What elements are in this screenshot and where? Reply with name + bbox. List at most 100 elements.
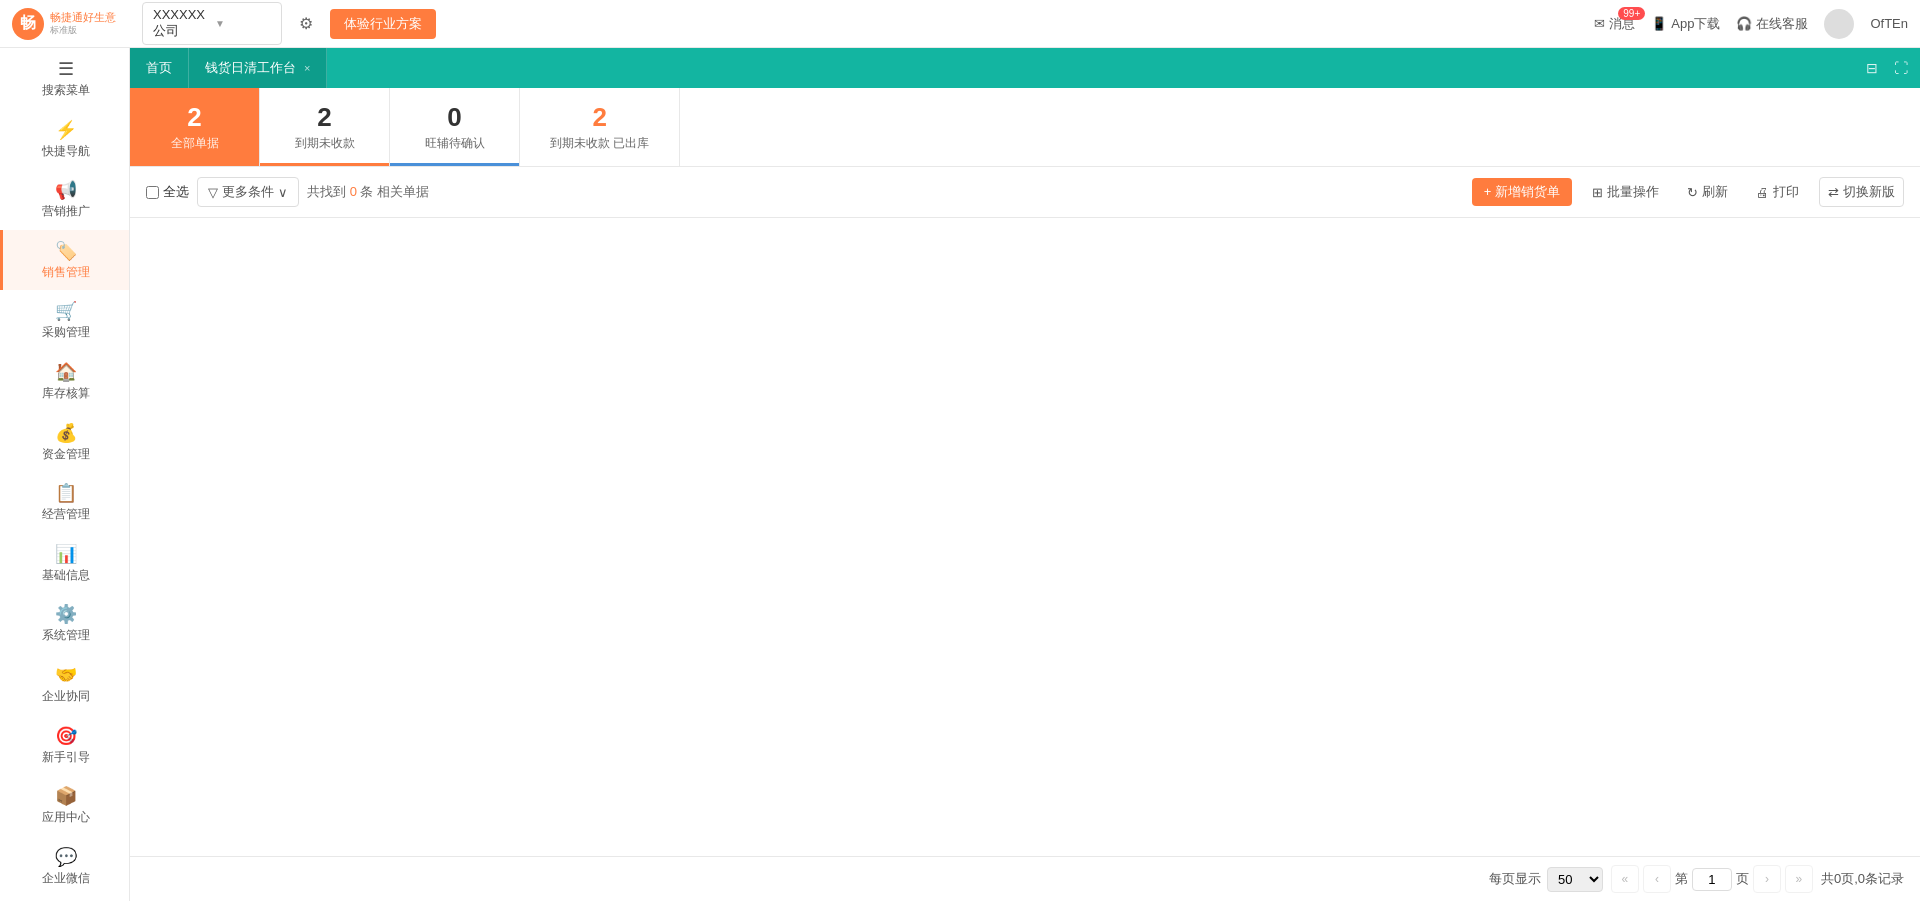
username-label: OfTEn — [1870, 16, 1908, 31]
tab-expand-button[interactable]: ⛶ — [1890, 56, 1912, 80]
sidebar-item-app-center[interactable]: 📦 应用中心 — [0, 775, 129, 836]
enterprise-icon: 🤝 — [55, 664, 77, 686]
stat-label-all: 全部单据 — [171, 135, 219, 152]
online-service-button[interactable]: 🎧 在线客服 — [1736, 15, 1808, 33]
stat-label-overdue: 到期未收款 — [295, 135, 355, 152]
sidebar-label-system: 系统管理 — [42, 628, 90, 644]
tab-bar-actions: ⊟ ⛶ — [1862, 56, 1920, 80]
switch-icon: ⇄ — [1828, 185, 1839, 200]
sidebar-item-operations[interactable]: 📋 经营管理 — [0, 472, 129, 533]
filter-label: 更多条件 — [222, 183, 274, 201]
company-name: XXXXXX公司 — [153, 7, 209, 40]
sidebar-label-quick-nav: 快捷导航 — [42, 144, 90, 160]
select-all-checkbox[interactable]: 全选 — [146, 183, 189, 201]
pagination-nav: « ‹ 第 页 › » — [1611, 865, 1813, 893]
stats-row: 2 全部单据 2 到期未收款 0 旺辅待确认 2 到期未收款 已出库 — [130, 88, 1920, 167]
logo-area: 畅 畅捷通好生意 标准版 — [12, 8, 142, 40]
stat-card-pending[interactable]: 0 旺辅待确认 — [390, 88, 520, 166]
last-page-button[interactable]: » — [1785, 865, 1813, 893]
sidebar-item-vip[interactable]: V 畅会员 — [0, 896, 129, 901]
tab-minimize-button[interactable]: ⊟ — [1862, 56, 1882, 80]
stat-number-overdue: 2 — [317, 102, 331, 133]
add-sales-order-button[interactable]: + 新增销货单 — [1472, 178, 1572, 206]
user-avatar[interactable] — [1824, 9, 1854, 39]
company-arrow-icon: ▼ — [215, 18, 271, 29]
sidebar-item-wechat[interactable]: 💬 企业微信 — [0, 836, 129, 897]
message-button[interactable]: ✉ 消息 99+ — [1594, 15, 1635, 33]
page-number-input[interactable] — [1692, 868, 1732, 891]
sidebar-item-marketing[interactable]: 📢 营销推广 — [0, 169, 129, 230]
sidebar-item-inventory[interactable]: 🏠 库存核算 — [0, 351, 129, 412]
stat-underline-overdue — [260, 163, 389, 166]
settings-button[interactable]: ⚙ — [290, 8, 322, 40]
tab-work-station-label: 钱货日清工作台 — [205, 59, 296, 77]
page-input-area: 第 页 — [1675, 868, 1749, 891]
sidebar-label-wechat: 企业微信 — [42, 871, 90, 887]
sidebar-item-guide[interactable]: 🎯 新手引导 — [0, 715, 129, 776]
app-download-button[interactable]: 📱 App下载 — [1651, 15, 1720, 33]
sidebar-item-search-menu[interactable]: ☰ 搜索菜单 — [0, 48, 129, 109]
top-right-actions: ✉ 消息 99+ 📱 App下载 🎧 在线客服 OfTEn — [1594, 9, 1908, 39]
purchase-icon: 🛒 — [55, 300, 77, 322]
system-icon: ⚙️ — [55, 603, 77, 625]
stat-card-overdue-out[interactable]: 2 到期未收款 已出库 — [520, 88, 680, 166]
sidebar-item-basic-info[interactable]: 📊 基础信息 — [0, 533, 129, 594]
select-all-label: 全选 — [163, 183, 189, 201]
sidebar-item-sales[interactable]: 🏷️ 销售管理 — [0, 230, 129, 291]
quick-nav-icon: ⚡ — [55, 119, 77, 141]
print-icon: 🖨 — [1756, 185, 1769, 200]
filter-arrow-icon: ∨ — [278, 185, 288, 200]
toolbar: 全选 ▽ 更多条件 ∨ 共找到 0 条 相关单据 + 新增销货单 ⊞ — [130, 167, 1920, 218]
stat-number-overdue-out: 2 — [592, 102, 606, 133]
company-selector[interactable]: XXXXXX公司 ▼ — [142, 2, 282, 45]
sidebar-item-enterprise[interactable]: 🤝 企业协同 — [0, 654, 129, 715]
print-button[interactable]: 🖨 打印 — [1748, 178, 1807, 206]
content-area: 首页 钱货日清工作台 × ⊟ ⛶ 2 全部单据 2 到期未收款 — [130, 48, 1920, 901]
logo-text-area: 畅捷通好生意 标准版 — [50, 10, 116, 37]
stat-card-overdue[interactable]: 2 到期未收款 — [260, 88, 390, 166]
sidebar-item-finance[interactable]: 💰 资金管理 — [0, 412, 129, 473]
first-page-button[interactable]: « — [1611, 865, 1639, 893]
stat-card-all[interactable]: 2 全部单据 — [130, 88, 260, 166]
page-content: 2 全部单据 2 到期未收款 0 旺辅待确认 2 到期未收款 已出库 — [130, 88, 1920, 901]
sidebar-label-basic-info: 基础信息 — [42, 568, 90, 584]
sidebar-item-purchase[interactable]: 🛒 采购管理 — [0, 290, 129, 351]
stat-underline-pending — [390, 163, 519, 166]
sidebar-item-quick-nav[interactable]: ⚡ 快捷导航 — [0, 109, 129, 170]
tab-close-icon[interactable]: × — [304, 62, 310, 74]
prev-page-button[interactable]: ‹ — [1643, 865, 1671, 893]
sidebar-label-guide: 新手引导 — [42, 750, 90, 766]
stat-number-pending: 0 — [447, 102, 461, 133]
sidebar-label-operations: 经营管理 — [42, 507, 90, 523]
app-logo-icon: 畅 — [12, 8, 44, 40]
per-page-select[interactable]: 20 50 100 — [1547, 867, 1603, 892]
batch-operation-button[interactable]: ⊞ 批量操作 — [1584, 178, 1667, 206]
refresh-button[interactable]: ↻ 刷新 — [1679, 178, 1736, 206]
found-count: 0 — [350, 184, 357, 199]
select-all-input[interactable] — [146, 186, 159, 199]
guide-icon: 🎯 — [55, 725, 77, 747]
tab-home[interactable]: 首页 — [130, 48, 189, 88]
table-area — [130, 218, 1920, 856]
main-layout: ☰ 搜索菜单 ⚡ 快捷导航 📢 营销推广 🏷️ 销售管理 🛒 采购管理 🏠 库存… — [0, 48, 1920, 901]
tab-bar: 首页 钱货日清工作台 × ⊟ ⛶ — [130, 48, 1920, 88]
page-suffix-label: 页 — [1736, 870, 1749, 888]
sidebar-label-app-center: 应用中心 — [42, 810, 90, 826]
wechat-icon: 💬 — [55, 846, 77, 868]
tab-work-station[interactable]: 钱货日清工作台 × — [189, 48, 327, 88]
next-page-button[interactable]: › — [1753, 865, 1781, 893]
inventory-icon: 🏠 — [55, 361, 77, 383]
app-download-label: App下载 — [1671, 15, 1720, 33]
stat-label-overdue-out: 到期未收款 已出库 — [550, 135, 649, 152]
sidebar-label-marketing: 营销推广 — [42, 204, 90, 220]
message-badge: 99+ — [1618, 7, 1645, 20]
filter-button[interactable]: ▽ 更多条件 ∨ — [197, 177, 299, 207]
total-records-text: 共0页,0条记录 — [1821, 870, 1904, 888]
experience-btn[interactable]: 体验行业方案 — [330, 9, 436, 39]
message-icon: ✉ — [1594, 16, 1605, 31]
app-badge: 标准版 — [50, 24, 116, 37]
stat-label-pending: 旺辅待确认 — [425, 135, 485, 152]
switch-version-button[interactable]: ⇄ 切换新版 — [1819, 177, 1904, 207]
sidebar-item-system[interactable]: ⚙️ 系统管理 — [0, 593, 129, 654]
sidebar-label-purchase: 采购管理 — [42, 325, 90, 341]
